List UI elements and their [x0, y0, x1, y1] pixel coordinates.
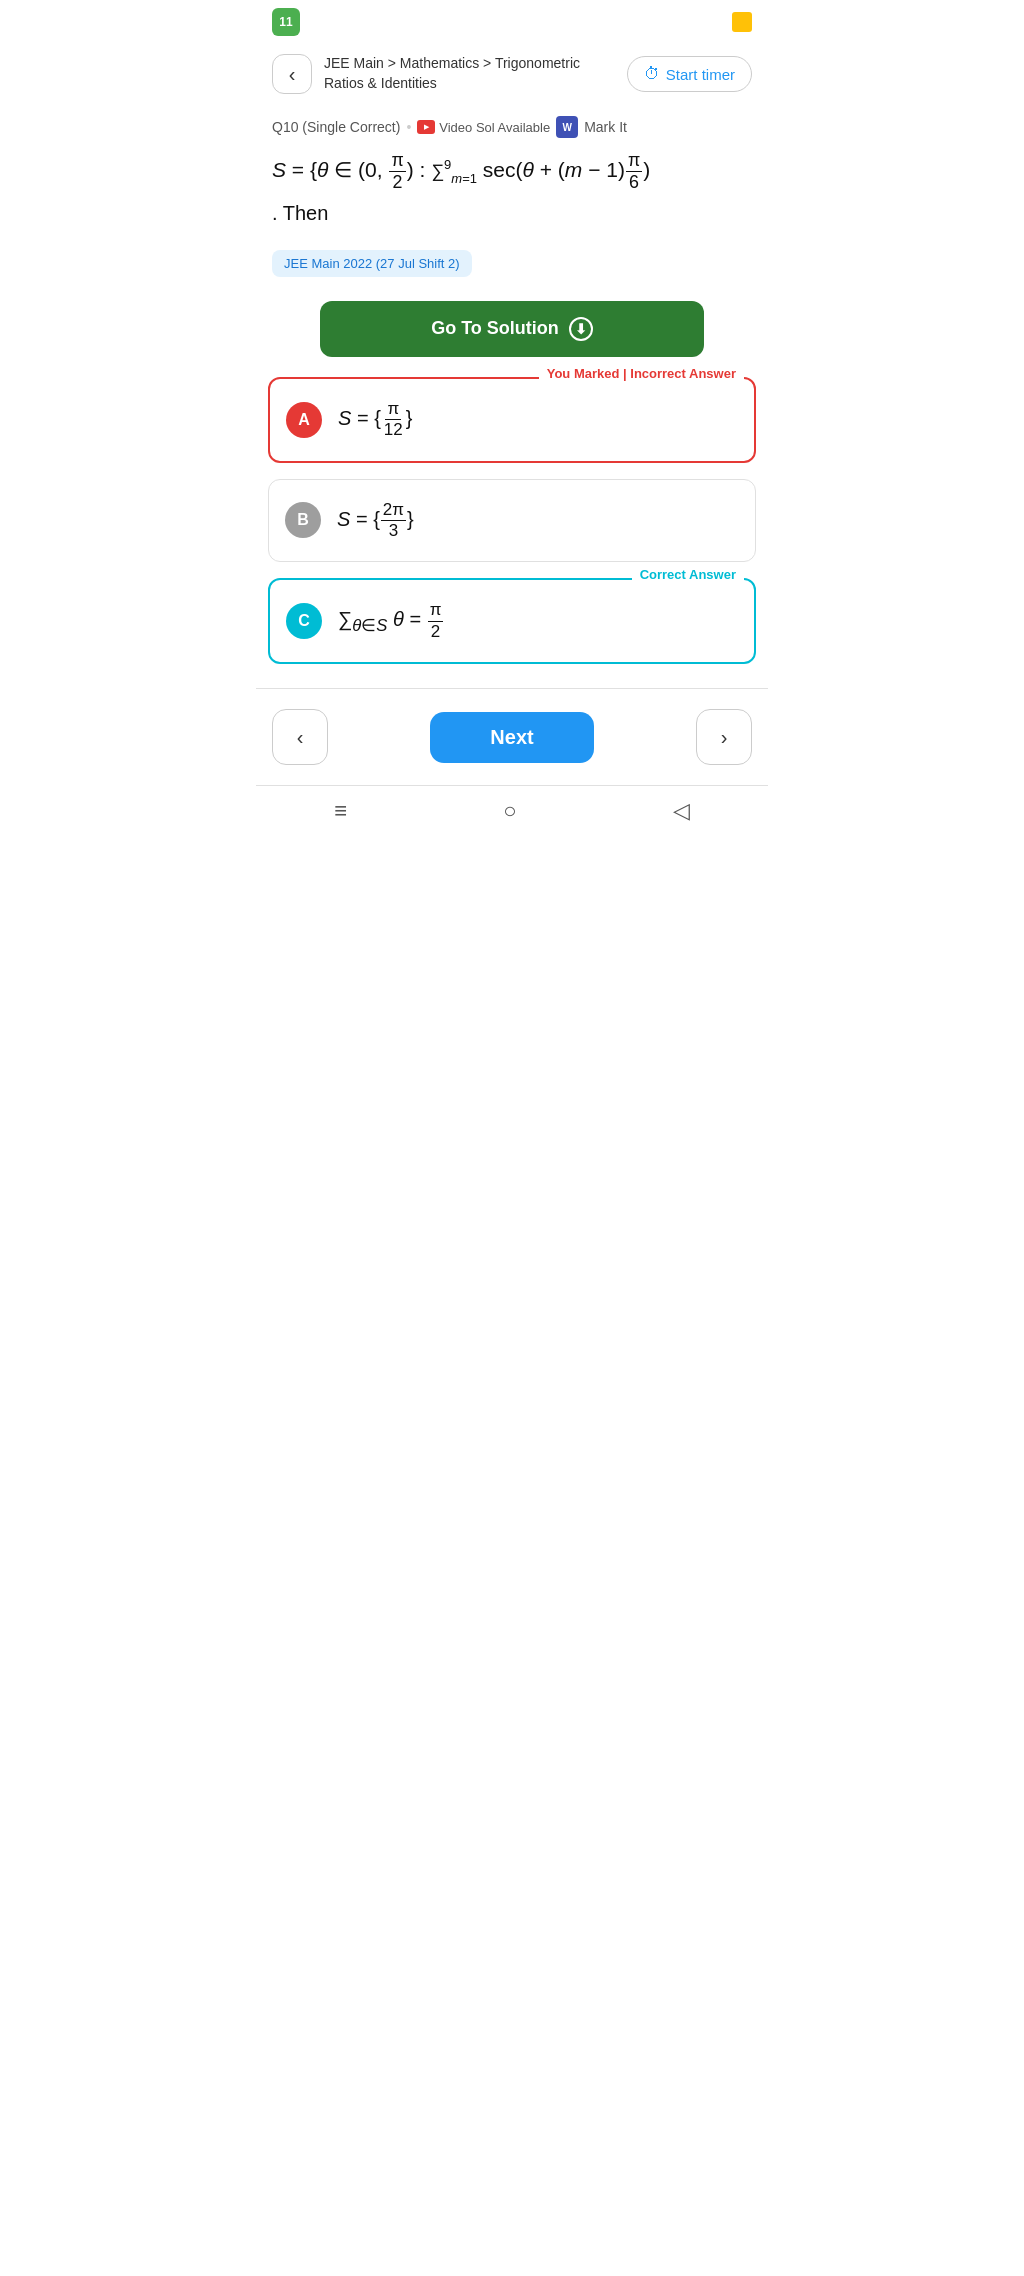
option-a-circle: A: [286, 402, 322, 438]
header: ‹ JEE Main > Mathematics > Trigonometric…: [256, 44, 768, 104]
nav-bar: ‹ Next ›: [256, 688, 768, 785]
question-content: S = {θ ∈ (0, π2) : ∑9m=1 sec(θ + (m − 1)…: [256, 142, 768, 242]
option-c-label: Correct Answer: [632, 567, 744, 582]
solution-download-icon: ⬇: [569, 317, 593, 341]
status-icon-left: 11: [272, 8, 300, 36]
option-a-math: S = {π12}: [338, 399, 412, 441]
question-tag: JEE Main 2022 (27 Jul Shift 2): [272, 250, 472, 277]
option-c-wrapper: Correct Answer C ∑θ∈S θ = π2: [268, 578, 756, 664]
bottom-nav: ≡ ○ ◁: [256, 785, 768, 844]
status-bar: 11: [256, 0, 768, 44]
option-b-card[interactable]: B S = {2π3}: [268, 479, 756, 563]
options-container: You Marked | Incorrect Answer A S = {π12…: [256, 377, 768, 664]
option-c-card[interactable]: C ∑θ∈S θ = π2: [268, 578, 756, 664]
option-b-math: S = {2π3}: [337, 500, 414, 542]
question-formula: S = {θ ∈ (0, π2) : ∑9m=1 sec(θ + (m − 1)…: [272, 150, 752, 194]
home-icon[interactable]: ○: [503, 798, 516, 824]
back-nav-icon[interactable]: ◁: [673, 798, 690, 824]
question-meta: Q10 (Single Correct) • Video Sol Availab…: [256, 104, 768, 142]
video-icon: [417, 120, 435, 134]
video-badge: Video Sol Available: [417, 120, 550, 135]
back-button[interactable]: ‹: [272, 54, 312, 94]
question-then-text: . Then: [272, 202, 328, 224]
menu-icon[interactable]: ≡: [334, 798, 347, 824]
solution-btn-container: Go To Solution ⬇: [256, 293, 768, 377]
option-a-card[interactable]: A S = {π12}: [268, 377, 756, 463]
prev-button[interactable]: ‹: [272, 709, 328, 765]
status-icon-right: [732, 12, 752, 32]
option-c-circle: C: [286, 603, 322, 639]
start-timer-button[interactable]: ⏱ Start timer: [627, 56, 752, 92]
go-to-solution-button[interactable]: Go To Solution ⬇: [320, 301, 704, 357]
next-button[interactable]: Next: [430, 712, 593, 763]
option-c-math: ∑θ∈S θ = π2: [338, 600, 444, 642]
option-a-wrapper: You Marked | Incorrect Answer A S = {π12…: [268, 377, 756, 463]
question-number: Q10 (Single Correct): [272, 119, 400, 135]
tag-container: JEE Main 2022 (27 Jul Shift 2): [256, 242, 768, 293]
option-b-circle: B: [285, 502, 321, 538]
option-a-label: You Marked | Incorrect Answer: [539, 366, 744, 381]
option-b-wrapper: B S = {2π3}: [268, 479, 756, 563]
breadcrumb: JEE Main > Mathematics > Trigonometric R…: [324, 54, 615, 93]
mark-it-text: Mark It: [584, 119, 627, 135]
timer-icon: ⏱: [644, 65, 660, 83]
mark-it-icon[interactable]: W: [556, 116, 578, 138]
forward-button[interactable]: ›: [696, 709, 752, 765]
